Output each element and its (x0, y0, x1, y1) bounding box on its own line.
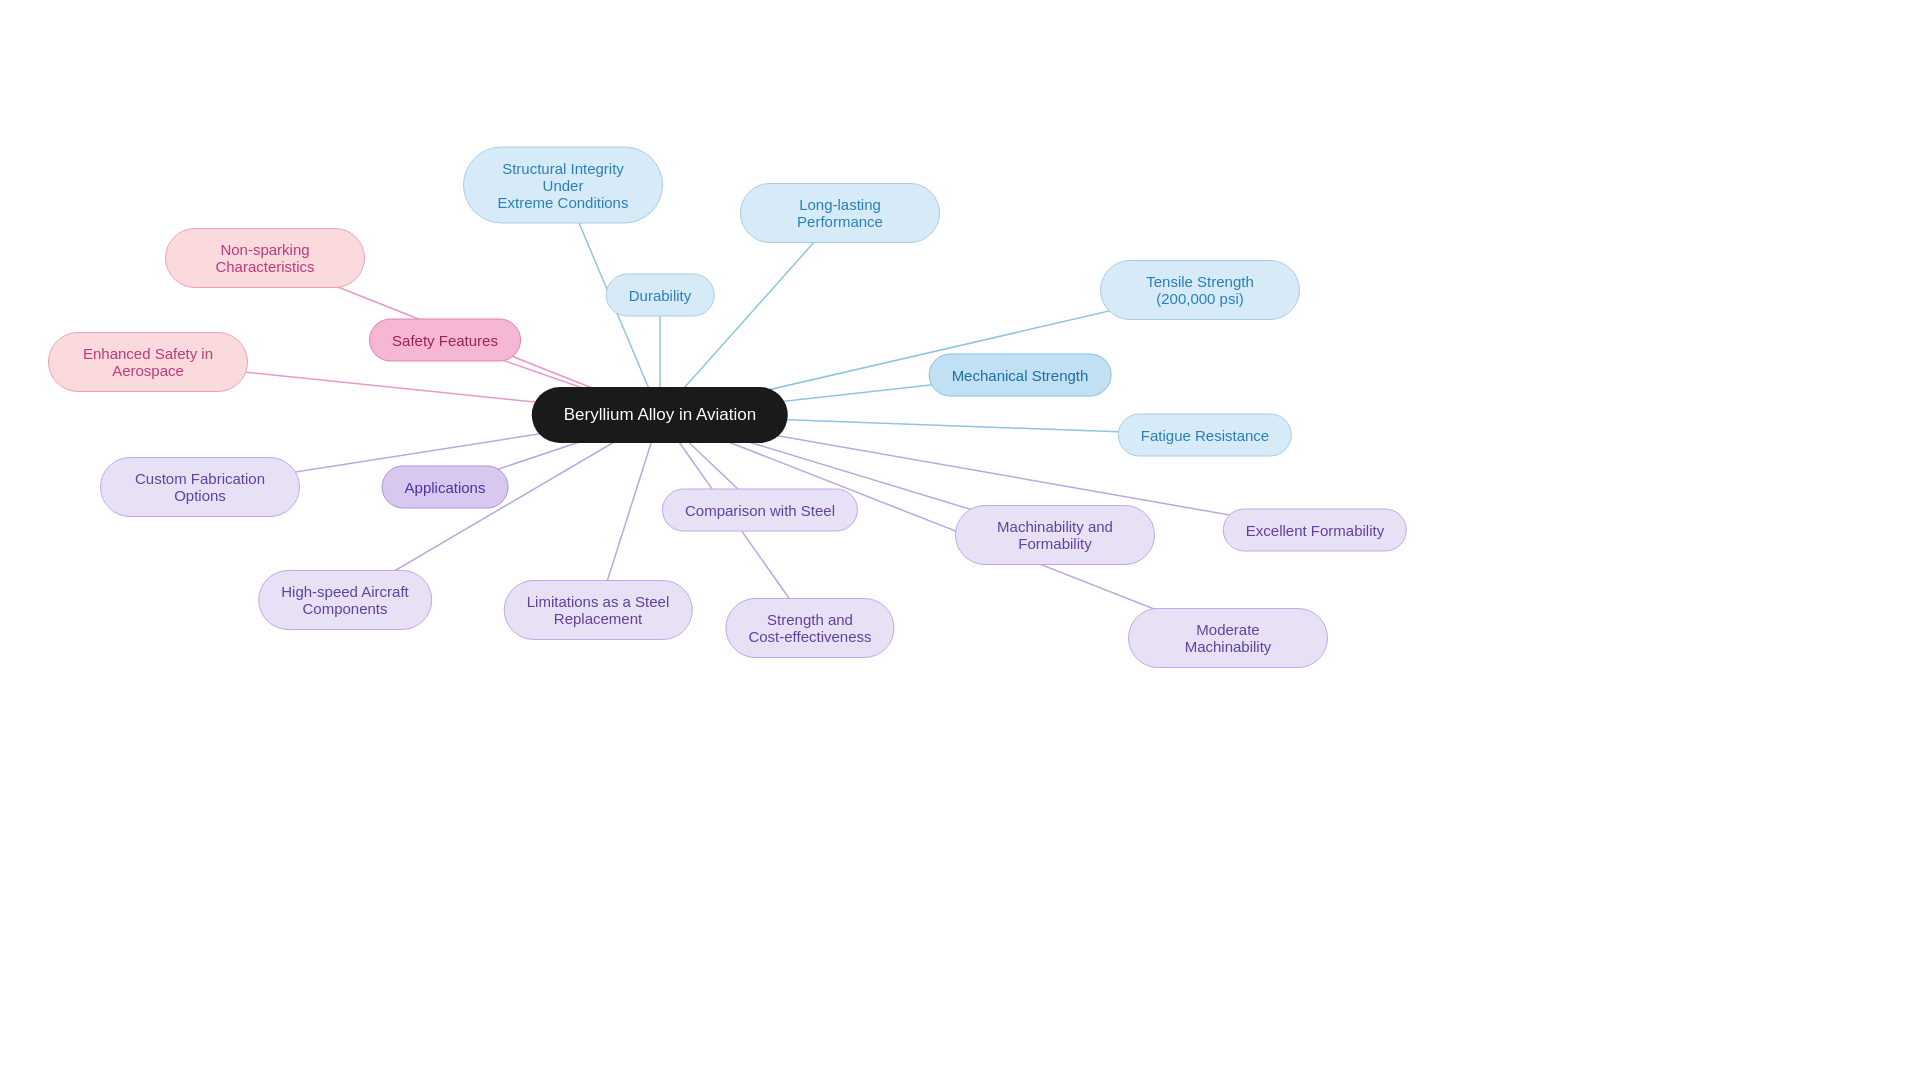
node-enhanced-safety[interactable]: Enhanced Safety in Aerospace (48, 332, 248, 392)
node-custom-fabrication[interactable]: Custom Fabrication Options (100, 457, 300, 517)
node-high-speed[interactable]: High-speed Aircraft Components (258, 570, 432, 630)
node-limitations[interactable]: Limitations as a Steel Replacement (504, 580, 693, 640)
mindmap-canvas: Beryllium Alloy in Aviation Durability Str… (0, 0, 1920, 1083)
node-excellent-formability[interactable]: Excellent Formability (1223, 509, 1407, 552)
node-tensile-strength[interactable]: Tensile Strength (200,000 psi) (1100, 260, 1300, 320)
node-safety-features[interactable]: Safety Features (369, 319, 521, 362)
node-strength-cost[interactable]: Strength and Cost-effectiveness (725, 598, 894, 658)
node-non-sparking[interactable]: Non-sparking Characteristics (165, 228, 365, 288)
node-fatigue-resistance[interactable]: Fatigue Resistance (1118, 414, 1292, 457)
center-node[interactable]: Beryllium Alloy in Aviation (532, 387, 788, 443)
node-mechanical-strength[interactable]: Mechanical Strength (929, 354, 1112, 397)
node-applications[interactable]: Applications (382, 466, 509, 509)
node-long-lasting[interactable]: Long-lasting Performance (740, 183, 940, 243)
node-moderate-machinability[interactable]: Moderate Machinability (1128, 608, 1328, 668)
node-machinability[interactable]: Machinability and Formability (955, 505, 1155, 565)
node-structural-integrity[interactable]: Structural Integrity Under Extreme Condi… (463, 147, 663, 224)
node-comparison-steel[interactable]: Comparison with Steel (662, 489, 858, 532)
node-durability[interactable]: Durability (606, 274, 715, 317)
